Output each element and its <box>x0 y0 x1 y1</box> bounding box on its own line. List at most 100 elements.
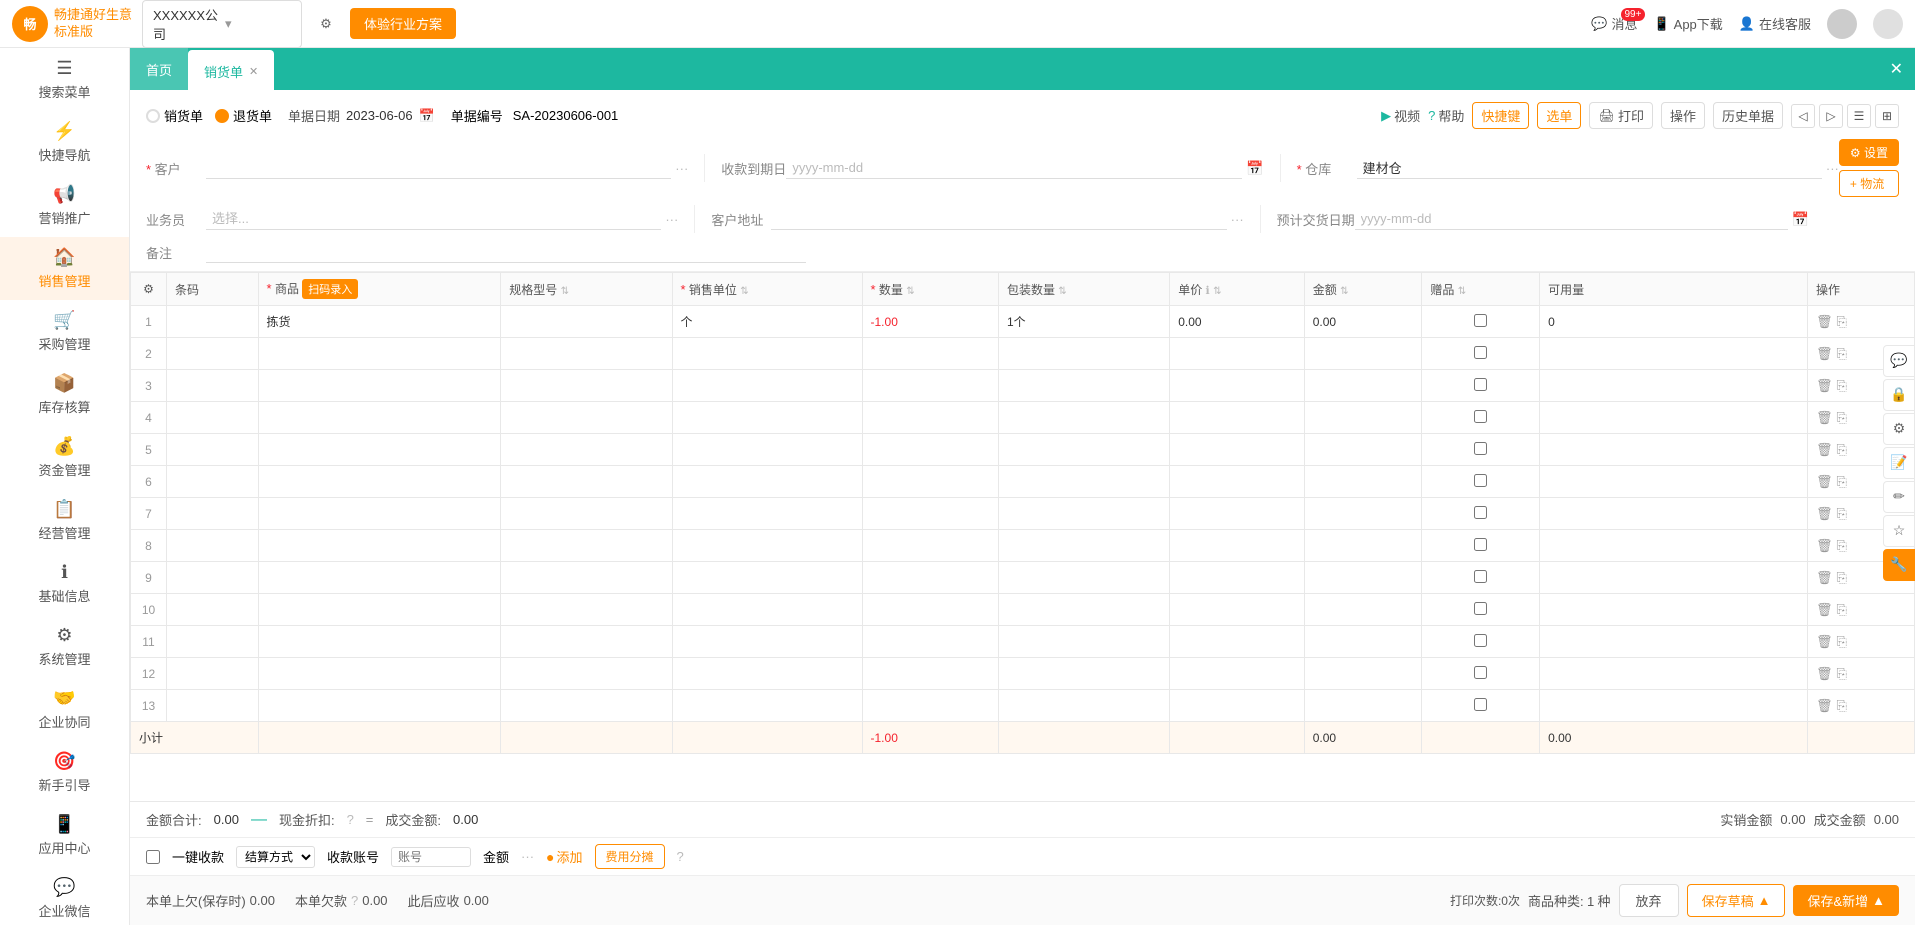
avatar2[interactable] <box>1873 9 1903 39</box>
rf-lock-icon[interactable]: 🔒 <box>1883 379 1915 411</box>
copy-row-icon[interactable]: ⎘ <box>1836 506 1846 522</box>
settlement-method-select[interactable]: 结算方式 <box>236 846 315 868</box>
customer-addr-input[interactable] <box>771 208 1226 230</box>
abandon-btn[interactable]: 放弃 <box>1619 884 1679 917</box>
customer-input[interactable] <box>206 157 671 179</box>
radio-return-order[interactable]: 退货单 <box>215 106 272 125</box>
sidebar-item-capital[interactable]: 💰 资金管理 <box>0 426 129 489</box>
rf-tool-icon[interactable]: 🔧 <box>1883 549 1915 581</box>
gift-checkbox[interactable] <box>1474 314 1487 327</box>
ops-btn[interactable]: 操作 <box>1661 102 1705 129</box>
delete-row-icon[interactable]: 🗑 <box>1816 698 1833 714</box>
sidebar-item-operation[interactable]: 📋 经营管理 <box>0 489 129 552</box>
list-view-icon[interactable]: ☰ <box>1847 104 1871 128</box>
tab-bar-close-icon[interactable]: ✕ <box>1890 59 1903 79</box>
radio-sales-order[interactable]: 销货单 <box>146 106 203 125</box>
sidebar-item-enterprise[interactable]: 🤝 企业协同 <box>0 678 129 741</box>
sidebar-item-quick-nav[interactable]: ⚡ 快捷导航 <box>0 111 129 174</box>
video-action[interactable]: ▶ 视频 <box>1381 106 1420 125</box>
delete-row-icon[interactable]: 🗑 <box>1816 570 1833 586</box>
customer-dots-icon[interactable]: ··· <box>675 161 688 176</box>
gift-checkbox[interactable] <box>1474 474 1487 487</box>
delete-row-icon[interactable]: 🗑 <box>1816 538 1833 554</box>
expected-date-input[interactable] <box>1355 208 1788 230</box>
copy-row-icon[interactable]: ⎘ <box>1836 602 1846 618</box>
delete-row-icon[interactable]: 🗑 <box>1816 346 1833 362</box>
delete-row-icon[interactable]: 🗑 <box>1816 666 1833 682</box>
tab-sales-order[interactable]: 销货单 ✕ <box>188 50 274 92</box>
logistics-btn[interactable]: + 物流 <box>1839 170 1899 197</box>
warehouse-dots-icon[interactable]: ··· <box>1826 161 1839 176</box>
rf-settings-icon[interactable]: ⚙ <box>1883 413 1915 445</box>
copy-row-icon[interactable]: ⎘ <box>1836 538 1846 554</box>
company-select[interactable]: XXXXXX公司 ▾ <box>142 0 302 48</box>
delete-row-icon[interactable]: 🗑 <box>1816 442 1833 458</box>
copy-row-icon[interactable]: ⎘ <box>1836 666 1846 682</box>
gift-checkbox[interactable] <box>1474 698 1487 711</box>
avatar[interactable] <box>1827 9 1857 39</box>
sidebar-item-sales[interactable]: 🏠 销售管理 <box>0 237 129 300</box>
gift-checkbox[interactable] <box>1474 602 1487 615</box>
copy-row-icon[interactable]: ⎘ <box>1836 698 1846 714</box>
app-download-btn[interactable]: 📱 App下载 <box>1653 14 1722 33</box>
delete-row-icon[interactable]: 🗑 <box>1816 474 1833 490</box>
sidebar-item-appcenter[interactable]: 📱 应用中心 <box>0 804 129 867</box>
rf-star-icon[interactable]: ☆ <box>1883 515 1915 547</box>
copy-row-icon[interactable]: ⎘ <box>1836 442 1846 458</box>
trial-btn[interactable]: 体验行业方案 <box>350 8 456 39</box>
message-btn[interactable]: 💬 消息 99+ <box>1591 14 1637 33</box>
gift-checkbox[interactable] <box>1474 570 1487 583</box>
print-btn[interactable]: 🖨 打印 <box>1589 102 1653 129</box>
delete-row-icon[interactable]: 🗑 <box>1816 378 1833 394</box>
payment-due-input[interactable] <box>786 157 1242 179</box>
sidebar-item-inventory[interactable]: 📦 库存核算 <box>0 363 129 426</box>
salesperson-dots-icon[interactable]: ··· <box>665 212 678 227</box>
sidebar-item-guide[interactable]: 🎯 新手引导 <box>0 741 129 804</box>
rf-chat-icon[interactable]: 💬 <box>1883 345 1915 377</box>
copy-row-icon[interactable]: ⎘ <box>1836 474 1846 490</box>
save-new-btn[interactable]: 保存&新增 ▲ <box>1793 885 1899 916</box>
delete-row-icon[interactable]: 🗑 <box>1816 602 1833 618</box>
save-draft-btn[interactable]: 保存草稿 ▲ <box>1687 884 1786 917</box>
salesperson-input[interactable] <box>206 208 661 230</box>
rf-note-icon[interactable]: 📝 <box>1883 447 1915 479</box>
shortcut-btn[interactable]: 快捷键 <box>1472 102 1529 129</box>
date-calendar-icon[interactable]: 📅 <box>419 108 435 124</box>
company-settings-icon[interactable]: ⚙ <box>310 8 342 40</box>
help-action[interactable]: ? 帮助 <box>1428 106 1464 125</box>
gift-checkbox[interactable] <box>1474 410 1487 423</box>
sidebar-item-basic[interactable]: ℹ 基础信息 <box>0 552 129 615</box>
scan-btn[interactable]: 扫码录入 <box>302 279 358 299</box>
rf-edit-icon[interactable]: ✏ <box>1883 481 1915 513</box>
account-input[interactable] <box>391 847 471 867</box>
sidebar-item-purchase[interactable]: 🛒 采购管理 <box>0 300 129 363</box>
select-btn[interactable]: 选单 <box>1537 102 1581 129</box>
delete-row-icon[interactable]: 🗑 <box>1816 506 1833 522</box>
settings-btn[interactable]: ⚙ 设置 <box>1839 139 1899 166</box>
gift-checkbox[interactable] <box>1474 666 1487 679</box>
delete-row-icon[interactable]: 🗑 <box>1816 634 1833 650</box>
next-icon[interactable]: ▷ <box>1819 104 1843 128</box>
add-btn[interactable]: ● 添加 <box>546 847 582 866</box>
one-click-payment-checkbox[interactable] <box>146 850 160 864</box>
payment-calendar-icon[interactable]: 📅 <box>1246 160 1263 177</box>
gift-checkbox[interactable] <box>1474 538 1487 551</box>
grid-view-icon[interactable]: ⊞ <box>1875 104 1899 128</box>
cash-discount-help-icon[interactable]: ? <box>347 812 354 827</box>
copy-row-icon[interactable]: ⎘ <box>1836 378 1846 394</box>
gift-checkbox[interactable] <box>1474 378 1487 391</box>
sidebar-item-marketing[interactable]: 📢 营销推广 <box>0 174 129 237</box>
delete-row-icon[interactable]: 🗑 <box>1816 314 1833 330</box>
tab-home[interactable]: 首页 <box>130 48 188 90</box>
online-service-btn[interactable]: 👤 在线客服 <box>1739 14 1811 33</box>
expense-help-icon[interactable]: ? <box>677 849 684 864</box>
gift-checkbox[interactable] <box>1474 634 1487 647</box>
sidebar-item-wechat[interactable]: 💬 企业微信 <box>0 867 129 925</box>
copy-row-icon[interactable]: ⎘ <box>1836 410 1846 426</box>
copy-row-icon[interactable]: ⎘ <box>1836 634 1846 650</box>
customer-addr-dots-icon[interactable]: ··· <box>1231 212 1244 227</box>
copy-row-icon[interactable]: ⎘ <box>1836 570 1846 586</box>
warehouse-input[interactable]: 建材仓 <box>1357 157 1822 179</box>
copy-row-icon[interactable]: ⎘ <box>1836 346 1846 362</box>
sidebar-item-search[interactable]: ☰ 搜索菜单 <box>0 48 129 111</box>
